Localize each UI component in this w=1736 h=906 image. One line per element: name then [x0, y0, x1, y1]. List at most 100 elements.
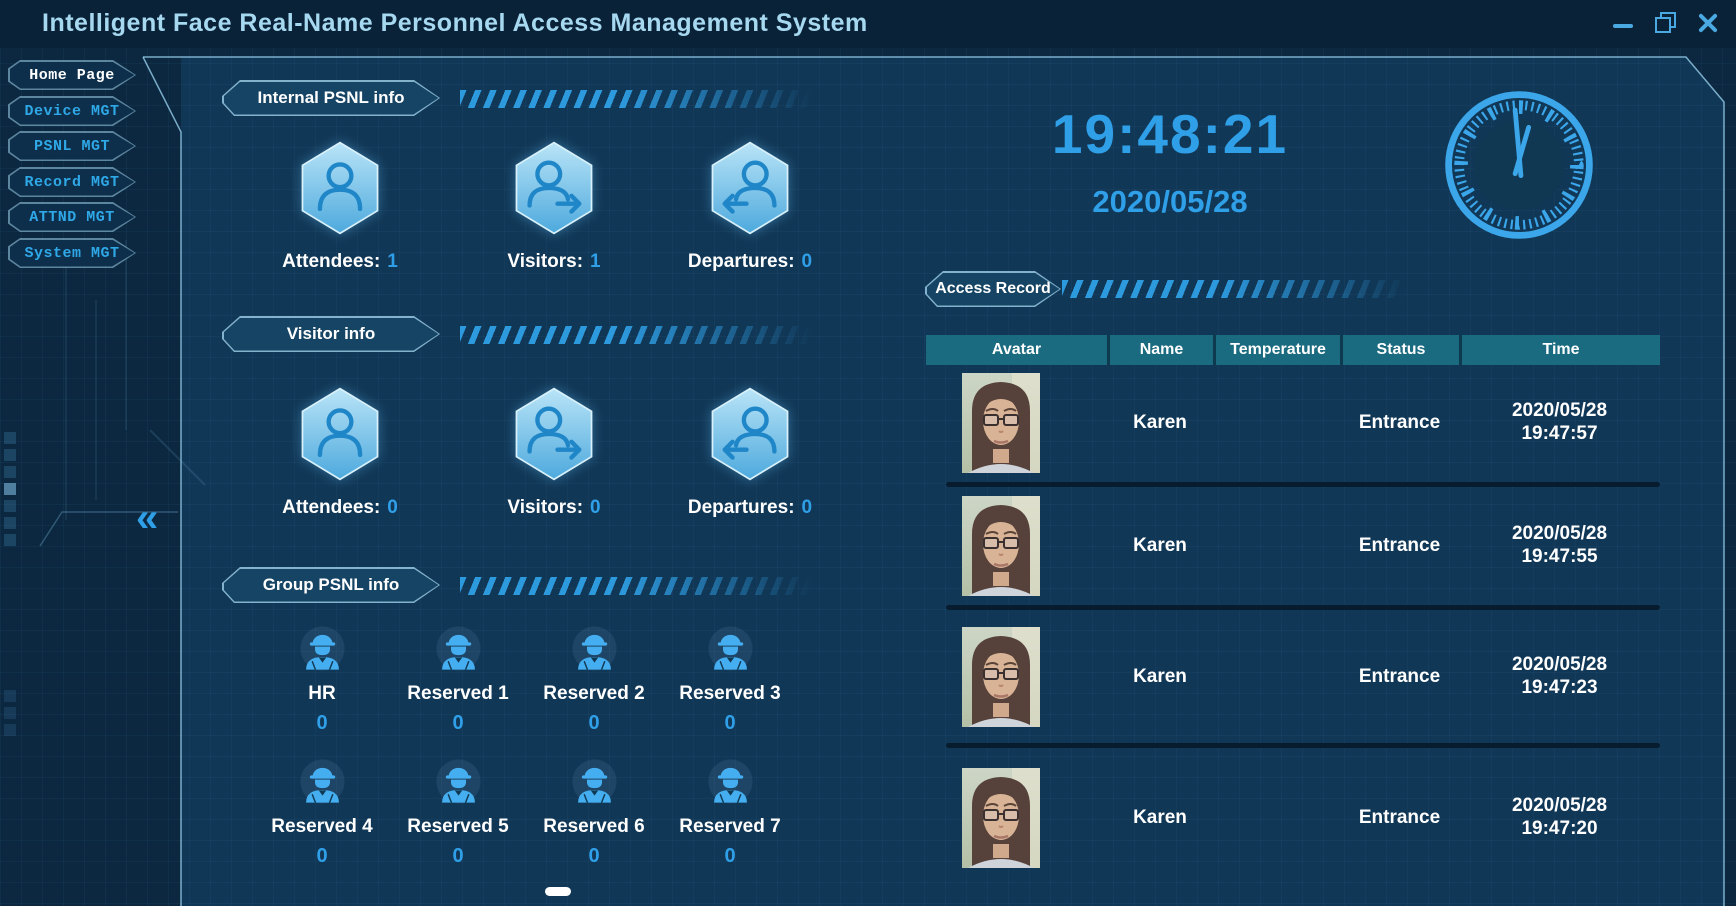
group-stat-reserved-1: Reserved 1 0	[383, 625, 533, 735]
restore-icon[interactable]	[1654, 12, 1676, 34]
face-photo	[962, 373, 1040, 473]
table-row[interactable]: Karen Entrance 2020/05/2819:47:20	[926, 748, 1660, 888]
sidebar-item-label: ATTND MGT	[10, 204, 135, 231]
group-label: Reserved 2	[543, 683, 644, 705]
cell-time: 19:47:55	[1521, 546, 1597, 569]
sidebar-item-label: System MGT	[10, 240, 135, 267]
user-arrow-right-icon	[510, 386, 598, 482]
group-psnl-info-header: Group PSNL info	[222, 567, 440, 603]
worker-icon	[571, 758, 618, 805]
sidebar-item-system-mgt[interactable]: System MGT	[8, 238, 136, 268]
group-label: Reserved 4	[271, 816, 372, 838]
visitor-info-header: Visitor info	[222, 316, 440, 352]
stat-label: Visitors:	[507, 497, 583, 518]
cell-name: Karen	[1107, 487, 1213, 605]
access-record-table-body: Karen Entrance 2020/05/2819:47:57 Karen …	[926, 365, 1660, 906]
worker-icon	[299, 758, 346, 805]
internal-psnl-info-header: Internal PSNL info	[222, 80, 440, 116]
cell-date: 2020/05/28	[1512, 795, 1607, 818]
sidebar-item-label: PSNL MGT	[10, 133, 135, 160]
sidebar-item-psnl-mgt[interactable]: PSNL MGT	[8, 131, 136, 161]
group-label: Reserved 5	[407, 816, 508, 838]
stat-label: Departures:	[688, 251, 795, 272]
face-photo	[962, 768, 1040, 868]
stat-label: Attendees:	[282, 251, 380, 272]
group-stat-reserved-7: Reserved 7 0	[655, 758, 805, 868]
cell-temperature	[1213, 748, 1340, 888]
group-label: Reserved 3	[679, 683, 780, 705]
cell-status: Entrance	[1340, 610, 1459, 743]
group-stat-reserved-5: Reserved 5 0	[383, 758, 533, 868]
group-label: Reserved 6	[543, 816, 644, 838]
cell-date: 2020/05/28	[1512, 523, 1607, 546]
group-value: 0	[316, 845, 327, 868]
group-value: 0	[316, 712, 327, 735]
section-title: Group PSNL info	[224, 569, 439, 602]
sidebar-item-attnd-mgt[interactable]: ATTND MGT	[8, 202, 136, 232]
group-value: 0	[588, 845, 599, 868]
cell-time: 19:47:23	[1521, 677, 1597, 700]
group-stat-reserved-4: Reserved 4 0	[247, 758, 397, 868]
user-arrow-left-icon	[706, 140, 794, 236]
section-title: Visitor info	[224, 318, 439, 351]
stripes-decoration	[460, 90, 812, 108]
sidebar-collapse-chevron-icon[interactable]: «	[136, 498, 158, 538]
visitor-departures-stat: Departures:0	[645, 386, 855, 519]
access-record-table-header: Avatar Name Temperature Status Time	[926, 335, 1660, 365]
title-bar: Intelligent Face Real-Name Personnel Acc…	[0, 0, 1736, 48]
face-photo	[962, 627, 1040, 727]
app-title: Intelligent Face Real-Name Personnel Acc…	[42, 9, 868, 38]
face-access-dashboard: { "window": { "title": "Intelligent Face…	[0, 0, 1736, 906]
carousel-indicator-dot[interactable]	[545, 887, 571, 896]
table-row[interactable]: Karen Entrance 2020/05/2819:47:57	[926, 365, 1660, 481]
column-header-avatar: Avatar	[926, 335, 1107, 365]
stat-value: 1	[590, 251, 601, 272]
internal-departures-stat: Departures: 0	[645, 140, 855, 273]
column-header-temperature: Temperature	[1213, 335, 1340, 365]
sidebar-item-record-mgt[interactable]: Record MGT	[8, 167, 136, 197]
stat-value: 1	[387, 251, 398, 272]
sidebar-item-device-mgt[interactable]: Device MGT	[8, 96, 136, 126]
minimize-icon[interactable]	[1612, 12, 1634, 34]
group-stat-reserved-6: Reserved 6 0	[519, 758, 669, 868]
stat-value: 0	[802, 251, 813, 272]
cell-temperature	[1213, 365, 1340, 481]
stripes-decoration	[460, 577, 812, 595]
internal-attendees-stat: Attendees: 1	[235, 140, 445, 273]
stripes-decoration	[460, 326, 812, 344]
worker-icon	[707, 625, 754, 672]
worker-icon	[707, 758, 754, 805]
group-label: Reserved 1	[407, 683, 508, 705]
group-value: 0	[452, 845, 463, 868]
column-header-time: Time	[1459, 335, 1660, 365]
sidebar-item-label: Device MGT	[10, 98, 135, 125]
group-stat-reserved-2: Reserved 2 0	[519, 625, 669, 735]
worker-icon	[299, 625, 346, 672]
table-row[interactable]: Karen Entrance 2020/05/2819:47:55	[926, 487, 1660, 605]
internal-visitors-stat: Visitors:1	[449, 140, 659, 273]
access-record-header: Access Record	[925, 271, 1061, 307]
cell-date: 2020/05/28	[1512, 400, 1607, 423]
sidebar-item-label: Record MGT	[10, 169, 135, 196]
group-label: Reserved 7	[679, 816, 780, 838]
group-value: 0	[724, 845, 735, 868]
group-label: HR	[308, 683, 335, 705]
cell-temperature	[1213, 610, 1340, 743]
digital-clock-date: 2020/05/28	[970, 184, 1370, 220]
user-icon	[296, 386, 384, 482]
group-value: 0	[724, 712, 735, 735]
stripes-decoration	[1062, 280, 1407, 298]
table-row[interactable]: Karen Entrance 2020/05/2819:47:23	[926, 610, 1660, 743]
column-header-status: Status	[1340, 335, 1459, 365]
cell-status: Entrance	[1340, 487, 1459, 605]
group-value: 0	[452, 712, 463, 735]
analog-clock-icon	[1437, 83, 1601, 247]
cell-status: Entrance	[1340, 365, 1459, 481]
sidebar-item-home-page[interactable]: Home Page	[8, 60, 136, 90]
close-icon[interactable]	[1696, 11, 1720, 35]
visitor-visitors-stat: Visitors:0	[449, 386, 659, 519]
sidebar-item-label: Home Page	[10, 62, 135, 89]
cell-date: 2020/05/28	[1512, 654, 1607, 677]
group-stat-reserved-3: Reserved 3 0	[655, 625, 805, 735]
visitor-attendees-stat: Attendees:0	[235, 386, 445, 519]
